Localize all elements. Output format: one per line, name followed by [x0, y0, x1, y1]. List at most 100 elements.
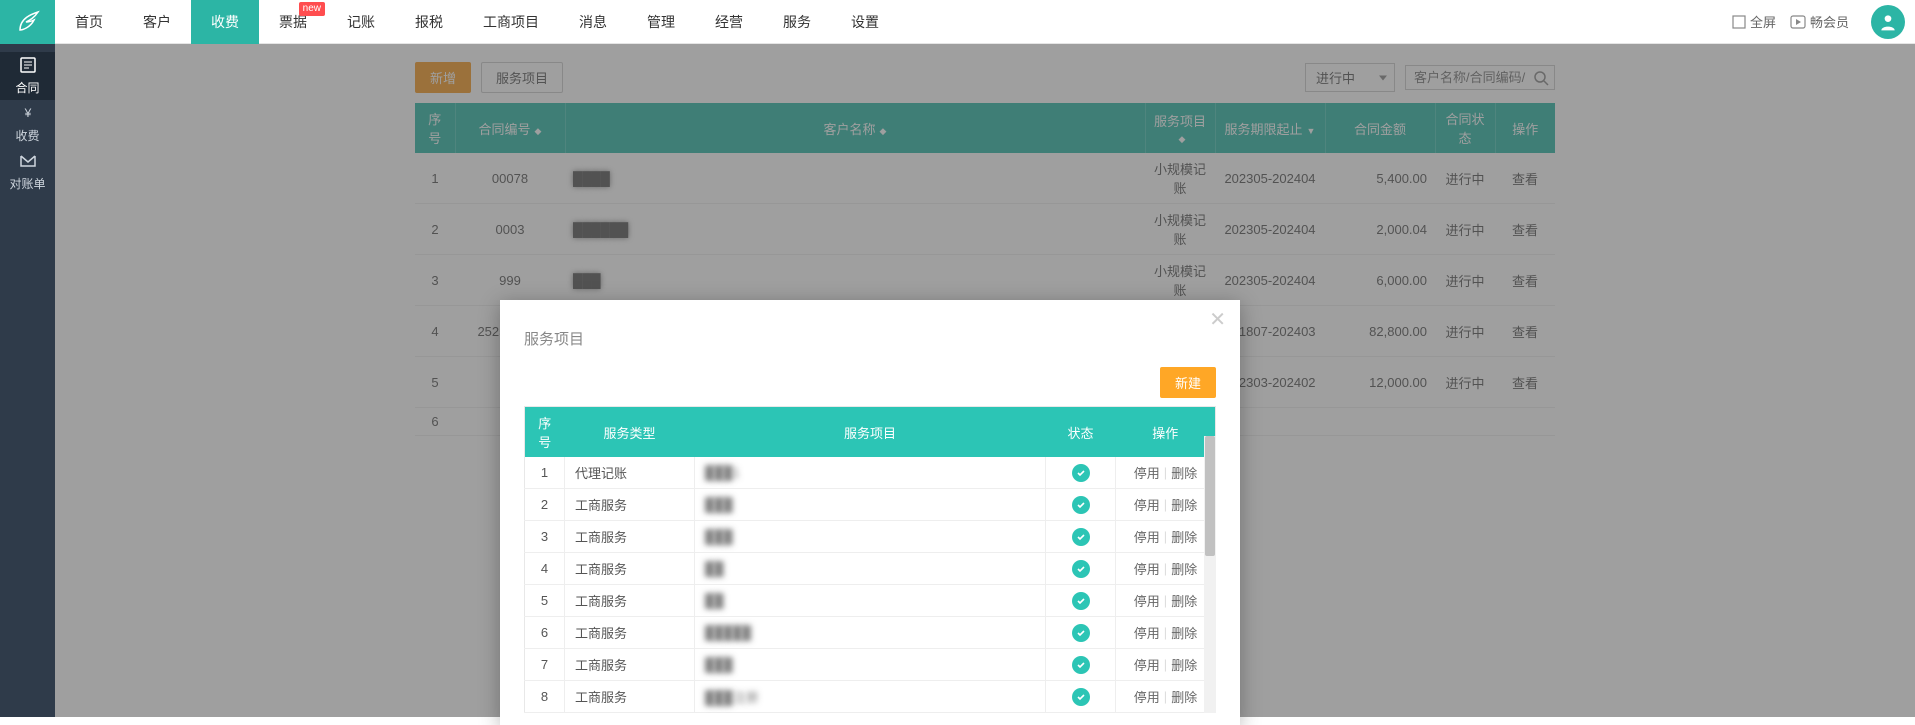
delete-link[interactable]: 删除 — [1171, 687, 1197, 706]
cell-seq: 7 — [525, 649, 565, 681]
delete-link[interactable]: 删除 — [1171, 591, 1197, 610]
table-row: 3工商服务███停用|删除 — [525, 521, 1216, 553]
cell-status — [1046, 649, 1116, 681]
cell-type: 工商服务 — [565, 521, 695, 553]
play-icon — [1790, 15, 1806, 29]
table-row: 5工商服务██ 停用|删除 — [525, 585, 1216, 617]
cell-proj: ███注册 — [695, 681, 1046, 713]
cell-actions: 停用|删除 — [1116, 649, 1216, 681]
cell-type: 工商服务 — [565, 553, 695, 585]
cell-seq: 5 — [525, 585, 565, 617]
delete-link[interactable]: 删除 — [1171, 655, 1197, 674]
nav-item-5[interactable]: 报税 — [395, 0, 463, 44]
sidebar-item-0[interactable]: 合同 — [0, 52, 55, 100]
cell-seq: 2 — [525, 489, 565, 521]
nav-item-0[interactable]: 首页 — [55, 0, 123, 44]
table-row: 1代理记账███1停用|删除 — [525, 457, 1216, 489]
cell-proj: ███ — [695, 489, 1046, 521]
cell-actions: 停用|删除 — [1116, 489, 1216, 521]
disable-link[interactable]: 停用 — [1134, 655, 1160, 674]
service-project-table: 序号服务类型服务项目状态操作 1代理记账███1停用|删除2工商服务███停用|… — [524, 406, 1216, 713]
top-nav: 首页客户收费票据new记账报税工商项目消息管理经营服务设置 全屏 畅会员 — [0, 0, 1915, 44]
disable-link[interactable]: 停用 — [1134, 559, 1160, 578]
delete-link[interactable]: 删除 — [1171, 495, 1197, 514]
modal-th-2: 服务项目 — [695, 407, 1046, 458]
nav-item-2[interactable]: 收费 — [191, 0, 259, 44]
table-row: 6工商服务█████停用|删除 — [525, 617, 1216, 649]
cell-proj: ███ — [695, 649, 1046, 681]
cell-status — [1046, 489, 1116, 521]
close-icon: ✕ — [1209, 309, 1226, 331]
user-avatar[interactable] — [1871, 5, 1905, 39]
cell-actions: 停用|删除 — [1116, 521, 1216, 553]
status-ok-icon — [1072, 496, 1090, 514]
member-label: 畅会员 — [1810, 12, 1849, 31]
cell-actions: 停用|删除 — [1116, 585, 1216, 617]
delete-link[interactable]: 删除 — [1171, 527, 1197, 546]
nav-item-3[interactable]: 票据new — [259, 0, 327, 44]
fullscreen-button[interactable]: 全屏 — [1732, 12, 1776, 31]
cell-type: 代理记账 — [565, 457, 695, 489]
nav-item-9[interactable]: 经营 — [695, 0, 763, 44]
cell-status — [1046, 681, 1116, 713]
modal-close-button[interactable]: ✕ — [1209, 310, 1226, 330]
nav-item-11[interactable]: 设置 — [831, 0, 899, 44]
status-ok-icon — [1072, 688, 1090, 706]
nav-item-10[interactable]: 服务 — [763, 0, 831, 44]
app-logo[interactable] — [0, 0, 55, 44]
modal-body: 服务项目 新建 序号服务类型服务项目状态操作 1代理记账███1停用|删除2工商… — [500, 300, 1240, 725]
disable-link[interactable]: 停用 — [1134, 687, 1160, 706]
cell-status — [1046, 585, 1116, 617]
nav-item-1[interactable]: 客户 — [123, 0, 191, 44]
content-area: 新增 服务项目 进行中 序号合同编号◆客户名称◆服务项目◆服务期限起止▼合同金额… — [55, 44, 1915, 717]
cell-seq: 1 — [525, 457, 565, 489]
service-project-modal: ✕ 服务项目 新建 序号服务类型服务项目状态操作 1代理记账███1停用|删除2… — [500, 300, 1240, 725]
disable-link[interactable]: 停用 — [1134, 591, 1160, 610]
feather-icon — [16, 10, 40, 34]
delete-link[interactable]: 删除 — [1171, 463, 1197, 482]
user-icon — [1878, 12, 1898, 32]
svg-text:¥: ¥ — [23, 106, 31, 120]
disable-link[interactable]: 停用 — [1134, 463, 1160, 482]
member-button[interactable]: 畅会员 — [1790, 12, 1849, 31]
disable-link[interactable]: 停用 — [1134, 527, 1160, 546]
modal-scrollbar-track[interactable] — [1204, 436, 1216, 713]
cell-proj: █████ — [695, 617, 1046, 649]
nav-item-8[interactable]: 管理 — [627, 0, 695, 44]
fullscreen-label: 全屏 — [1750, 12, 1776, 31]
left-sidebar: 合同 ¥收费对账单 — [0, 44, 55, 717]
cell-proj: ██ — [695, 585, 1046, 617]
disable-link[interactable]: 停用 — [1134, 623, 1160, 642]
modal-th-3: 状态 — [1046, 407, 1116, 458]
modal-new-button[interactable]: 新建 — [1160, 367, 1216, 398]
status-ok-icon — [1072, 656, 1090, 674]
nav-right: 全屏 畅会员 — [1732, 5, 1915, 39]
sidebar-item-1[interactable]: ¥收费 — [0, 100, 55, 148]
sidebar-label: 对账单 — [9, 175, 45, 192]
disable-link[interactable]: 停用 — [1134, 495, 1160, 514]
sidebar-label: 合同 — [15, 79, 39, 96]
modal-th-0: 序号 — [525, 407, 565, 458]
table-row: 7工商服务███ 停用|删除 — [525, 649, 1216, 681]
delete-link[interactable]: 删除 — [1171, 559, 1197, 578]
sidebar-icon — [19, 56, 37, 77]
delete-link[interactable]: 删除 — [1171, 623, 1197, 642]
modal-th-4: 操作 — [1116, 407, 1216, 458]
nav-item-6[interactable]: 工商项目 — [463, 0, 559, 44]
fullscreen-icon — [1732, 15, 1746, 29]
modal-table-wrap: 序号服务类型服务项目状态操作 1代理记账███1停用|删除2工商服务███停用|… — [524, 406, 1216, 713]
nav-item-7[interactable]: 消息 — [559, 0, 627, 44]
cell-status — [1046, 617, 1116, 649]
cell-type: 工商服务 — [565, 681, 695, 713]
sidebar-item-2[interactable]: 对账单 — [0, 148, 55, 196]
cell-status — [1046, 457, 1116, 489]
cell-seq: 3 — [525, 521, 565, 553]
cell-seq: 4 — [525, 553, 565, 585]
cell-type: 工商服务 — [565, 649, 695, 681]
nav-item-4[interactable]: 记账 — [327, 0, 395, 44]
cell-type: 工商服务 — [565, 585, 695, 617]
cell-actions: 停用|删除 — [1116, 553, 1216, 585]
modal-scrollbar-thumb[interactable] — [1205, 436, 1215, 556]
cell-actions: 停用|删除 — [1116, 617, 1216, 649]
cell-seq: 6 — [525, 617, 565, 649]
